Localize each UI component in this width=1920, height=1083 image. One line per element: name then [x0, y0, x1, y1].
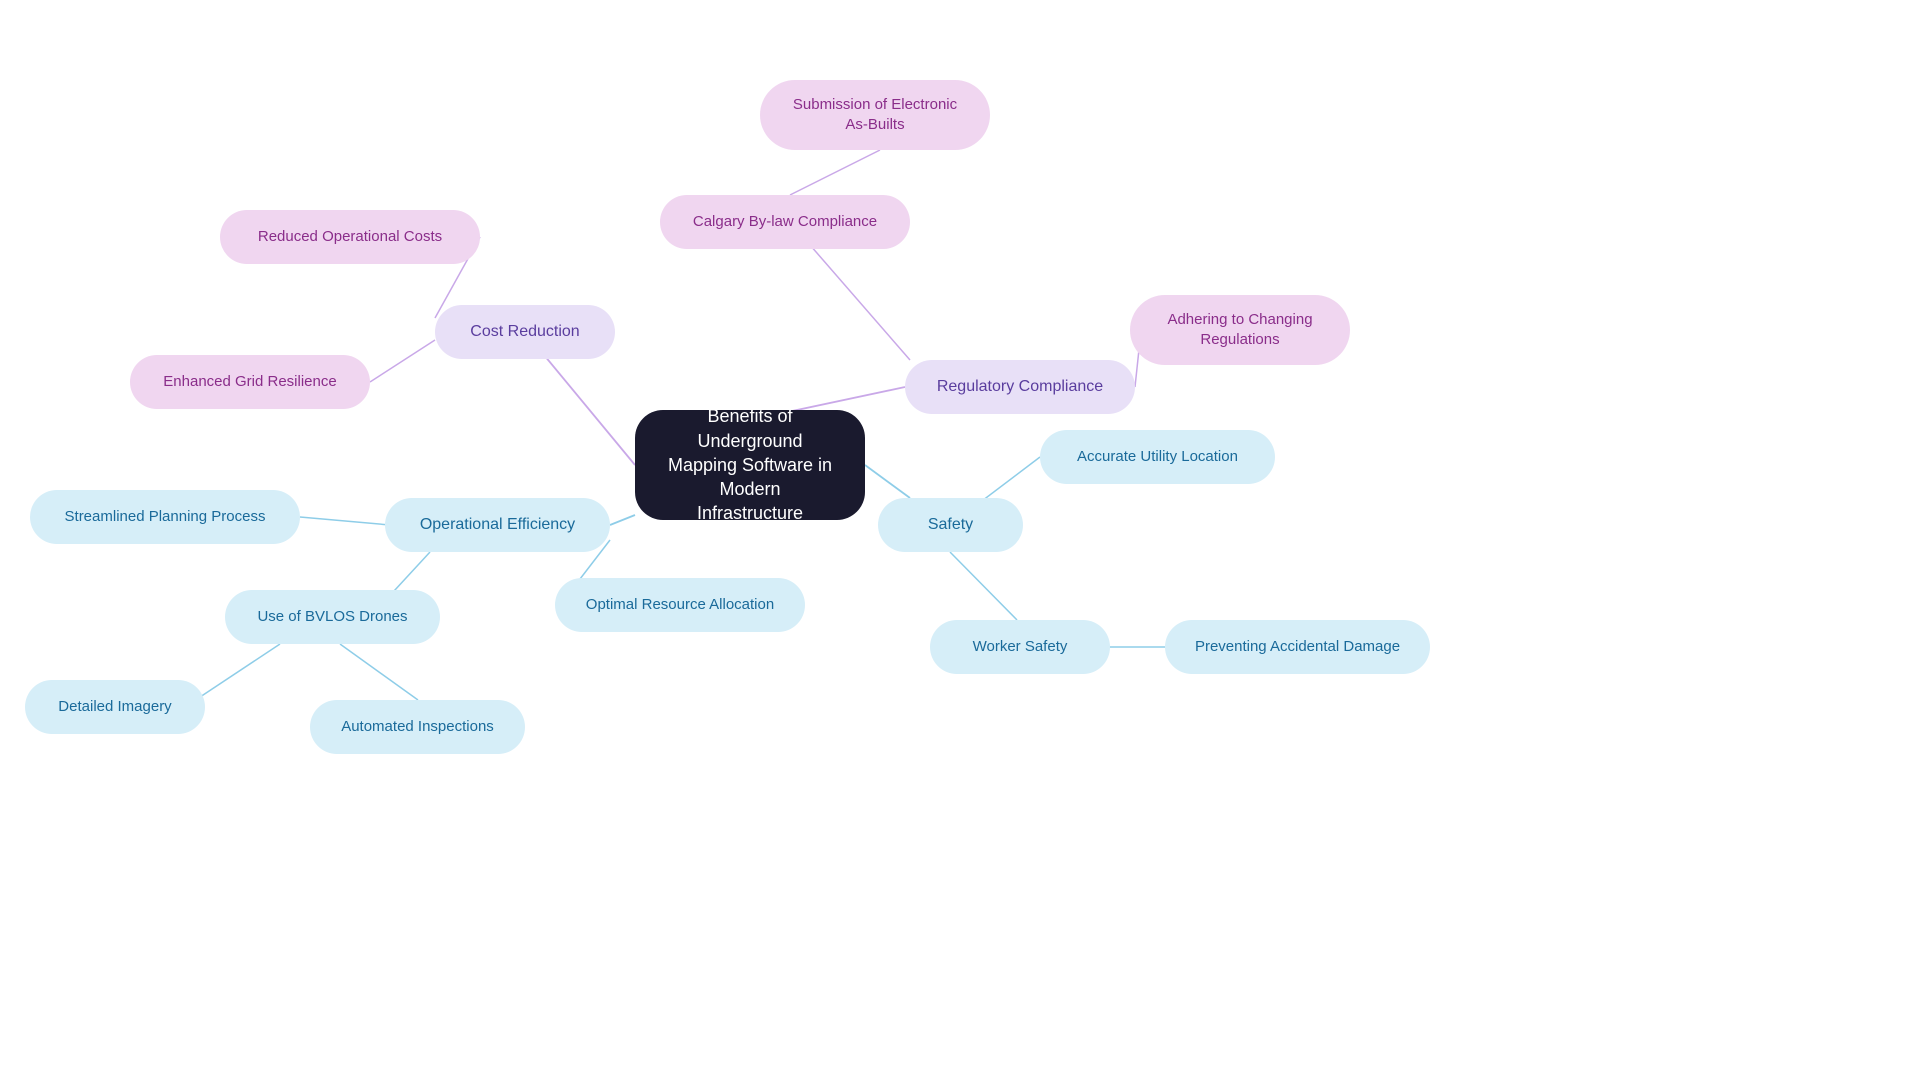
operational-efficiency-node: Operational Efficiency [385, 498, 610, 552]
optimal-resource-node: Optimal Resource Allocation [555, 578, 805, 632]
submission-electronic-label: Submission of Electronic As-Builts [793, 95, 957, 136]
accurate-utility-node: Accurate Utility Location [1040, 430, 1275, 484]
safety-label: Safety [928, 514, 973, 536]
regulatory-compliance-label: Regulatory Compliance [937, 376, 1103, 398]
center-node-label: Benefits of Underground Mapping Software… [655, 404, 845, 525]
automated-inspections-label: Automated Inspections [341, 717, 494, 737]
optimal-resource-label: Optimal Resource Allocation [586, 595, 774, 615]
reduced-operational-costs-label: Reduced Operational Costs [258, 227, 442, 247]
preventing-damage-label: Preventing Accidental Damage [1195, 637, 1400, 657]
automated-inspections-node: Automated Inspections [310, 700, 525, 754]
detailed-imagery-label: Detailed Imagery [58, 697, 171, 717]
enhanced-grid-resilience-node: Enhanced Grid Resilience [130, 355, 370, 409]
adhering-regulations-node: Adhering to Changing Regulations [1130, 295, 1350, 365]
cost-reduction-node: Cost Reduction [435, 305, 615, 359]
worker-safety-label: Worker Safety [973, 637, 1068, 657]
center-node: Benefits of Underground Mapping Software… [635, 410, 865, 520]
preventing-damage-node: Preventing Accidental Damage [1165, 620, 1430, 674]
adhering-regulations-label: Adhering to Changing Regulations [1167, 310, 1312, 351]
calgary-bylaw-label: Calgary By-law Compliance [693, 212, 877, 232]
streamlined-planning-label: Streamlined Planning Process [65, 507, 266, 527]
worker-safety-node: Worker Safety [930, 620, 1110, 674]
cost-reduction-label: Cost Reduction [470, 321, 579, 343]
safety-node: Safety [878, 498, 1023, 552]
streamlined-planning-node: Streamlined Planning Process [30, 490, 300, 544]
submission-electronic-node: Submission of Electronic As-Builts [760, 80, 990, 150]
operational-efficiency-label: Operational Efficiency [420, 514, 575, 536]
use-bvlos-node: Use of BVLOS Drones [225, 590, 440, 644]
detailed-imagery-node: Detailed Imagery [25, 680, 205, 734]
use-bvlos-label: Use of BVLOS Drones [257, 607, 407, 627]
reduced-operational-costs-node: Reduced Operational Costs [220, 210, 480, 264]
calgary-bylaw-node: Calgary By-law Compliance [660, 195, 910, 249]
accurate-utility-label: Accurate Utility Location [1077, 447, 1238, 467]
regulatory-compliance-node: Regulatory Compliance [905, 360, 1135, 414]
enhanced-grid-resilience-label: Enhanced Grid Resilience [163, 372, 336, 392]
